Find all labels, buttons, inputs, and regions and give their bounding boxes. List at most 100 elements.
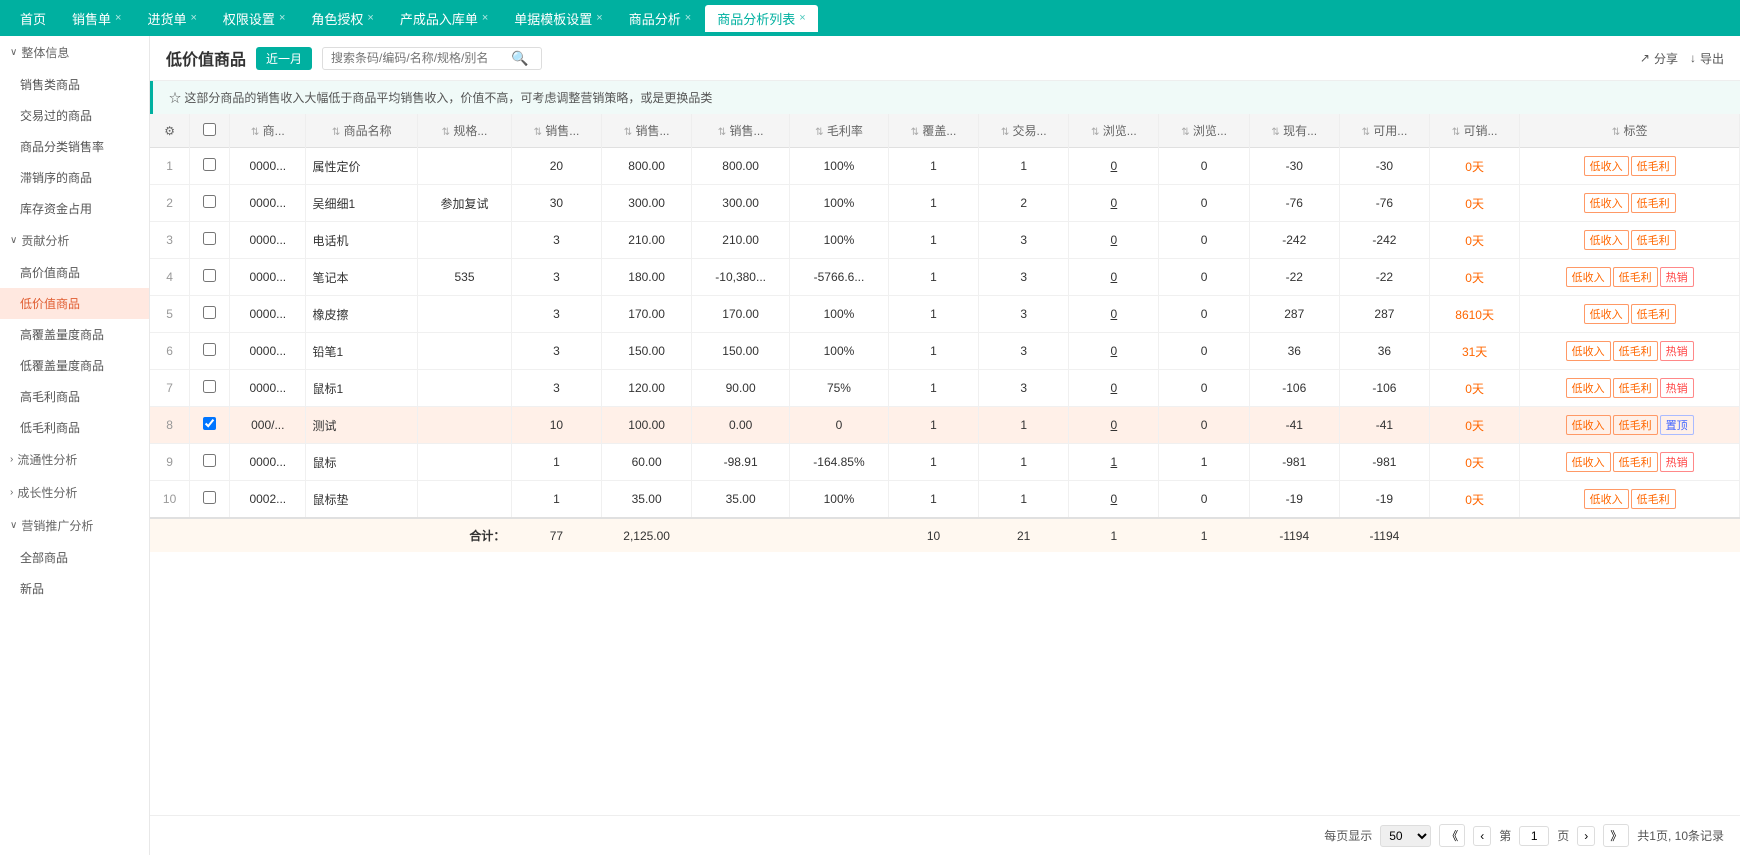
sort-icon[interactable]: ⇅: [911, 127, 919, 138]
sort-icon[interactable]: ⇅: [1362, 127, 1370, 138]
close-icon[interactable]: ×: [190, 12, 196, 24]
cell-checkbox[interactable]: [190, 333, 230, 370]
close-icon[interactable]: ×: [279, 12, 285, 24]
cell-checkbox[interactable]: [190, 148, 230, 185]
browse-link[interactable]: 0: [1111, 492, 1118, 506]
share-button[interactable]: ↗ 分享: [1640, 50, 1678, 67]
row-checkbox[interactable]: [203, 417, 216, 430]
row-checkbox[interactable]: [203, 232, 216, 245]
page-input[interactable]: [1519, 826, 1549, 846]
browse-link[interactable]: 0: [1111, 307, 1118, 321]
close-icon[interactable]: ×: [115, 12, 121, 24]
nav-item-商品分析[interactable]: 商品分析×: [617, 5, 703, 32]
browse-link[interactable]: 1: [1111, 455, 1118, 469]
sidebar-item-商品分类销售率[interactable]: 商品分类销售率: [0, 131, 149, 162]
search-input[interactable]: [331, 51, 511, 65]
browse-link[interactable]: 0: [1111, 159, 1118, 173]
nav-item-销售单[interactable]: 销售单×: [60, 5, 133, 32]
col-header-code[interactable]: ⇅ 商...: [230, 114, 306, 148]
row-checkbox[interactable]: [203, 380, 216, 393]
last-page-button[interactable]: 》: [1603, 824, 1629, 847]
col-header-spec[interactable]: ⇅ 规格...: [418, 114, 512, 148]
nav-item-商品分析列表[interactable]: 商品分析列表×: [705, 5, 817, 32]
sidebar-item-交易过的商品[interactable]: 交易过的商品: [0, 100, 149, 131]
sort-icon[interactable]: ⇅: [1091, 127, 1099, 138]
nav-item-首页[interactable]: 首页: [8, 5, 58, 32]
row-checkbox[interactable]: [203, 195, 216, 208]
cell-checkbox[interactable]: [190, 259, 230, 296]
sort-icon[interactable]: ⇅: [332, 127, 340, 138]
nav-item-进货单[interactable]: 进货单×: [135, 5, 208, 32]
nav-item-权限设置[interactable]: 权限设置×: [211, 5, 297, 32]
col-header-tags[interactable]: ⇅ 标签: [1520, 114, 1740, 148]
sidebar-item-库存资金占用[interactable]: 库存资金占用: [0, 193, 149, 224]
nav-item-角色授权[interactable]: 角色授权×: [299, 5, 385, 32]
export-button[interactable]: ↓ 导出: [1690, 50, 1724, 67]
browse-link[interactable]: 0: [1111, 418, 1118, 432]
sidebar-item-低价值商品[interactable]: 低价值商品: [0, 288, 149, 319]
next-page-button[interactable]: ›: [1577, 826, 1595, 846]
sidebar-section-整体信息[interactable]: ∨ 整体信息: [0, 36, 149, 69]
sidebar-section-营销推广分析[interactable]: ∨ 营销推广分析: [0, 509, 149, 542]
cell-checkbox[interactable]: [190, 296, 230, 333]
close-icon[interactable]: ×: [596, 12, 602, 24]
cell-checkbox[interactable]: [190, 370, 230, 407]
nav-item-单据模板设置[interactable]: 单据模板设置×: [502, 5, 614, 32]
close-icon[interactable]: ×: [685, 12, 691, 24]
col-header-sellable[interactable]: ⇅ 可销...: [1430, 114, 1520, 148]
col-header-browse1[interactable]: ⇅ 浏览...: [1069, 114, 1159, 148]
sidebar-item-高价值商品[interactable]: 高价值商品: [0, 257, 149, 288]
browse-link[interactable]: 0: [1111, 381, 1118, 395]
sidebar-section-成长性分析[interactable]: › 成长性分析: [0, 476, 149, 509]
sidebar-item-低毛利商品[interactable]: 低毛利商品: [0, 412, 149, 443]
settings-icon[interactable]: ⚙: [164, 124, 175, 138]
browse-link[interactable]: 0: [1111, 344, 1118, 358]
per-page-select[interactable]: 5020100: [1380, 825, 1431, 847]
sort-icon[interactable]: ⇅: [1271, 127, 1279, 138]
sort-icon[interactable]: ⇅: [1612, 127, 1620, 138]
cell-checkbox[interactable]: [190, 185, 230, 222]
select-all-checkbox[interactable]: [203, 123, 216, 136]
col-header-current_stock[interactable]: ⇅ 现有...: [1249, 114, 1339, 148]
sort-icon[interactable]: ⇅: [718, 127, 726, 138]
sort-icon[interactable]: ⇅: [1452, 127, 1460, 138]
row-checkbox[interactable]: [203, 454, 216, 467]
row-checkbox[interactable]: [203, 491, 216, 504]
sidebar-section-流通性分析[interactable]: › 流通性分析: [0, 443, 149, 476]
col-header-checkbox[interactable]: [190, 114, 230, 148]
cell-checkbox[interactable]: [190, 222, 230, 259]
row-checkbox[interactable]: [203, 158, 216, 171]
col-header-settings[interactable]: ⚙: [150, 114, 190, 148]
col-header-sale_price[interactable]: ⇅ 销售...: [602, 114, 692, 148]
first-page-button[interactable]: 《: [1439, 824, 1465, 847]
row-checkbox[interactable]: [203, 269, 216, 282]
row-checkbox[interactable]: [203, 343, 216, 356]
row-checkbox[interactable]: [203, 306, 216, 319]
close-icon[interactable]: ×: [799, 12, 805, 24]
browse-link[interactable]: 0: [1111, 233, 1118, 247]
sort-icon[interactable]: ⇅: [1181, 127, 1189, 138]
sort-icon[interactable]: ⇅: [442, 127, 450, 138]
col-header-available[interactable]: ⇅ 可用...: [1339, 114, 1429, 148]
sort-icon[interactable]: ⇅: [251, 127, 259, 138]
sort-icon[interactable]: ⇅: [534, 127, 542, 138]
nav-item-产成品入库单[interactable]: 产成品入库单×: [388, 5, 500, 32]
sidebar-item-销售类商品[interactable]: 销售类商品: [0, 69, 149, 100]
cell-checkbox[interactable]: [190, 407, 230, 444]
sidebar-item-滞销序的商品[interactable]: 滞销序的商品: [0, 162, 149, 193]
sidebar-item-高覆盖量度商品[interactable]: 高覆盖量度商品: [0, 319, 149, 350]
sidebar-item-高毛利商品[interactable]: 高毛利商品: [0, 381, 149, 412]
col-header-name[interactable]: ⇅ 商品名称: [306, 114, 418, 148]
close-icon[interactable]: ×: [482, 12, 488, 24]
cell-checkbox[interactable]: [190, 481, 230, 519]
period-button[interactable]: 近一月: [256, 47, 312, 70]
col-header-browse2[interactable]: ⇅ 浏览...: [1159, 114, 1249, 148]
sidebar-section-贡献分析[interactable]: ∨ 贡献分析: [0, 224, 149, 257]
sort-icon[interactable]: ⇅: [815, 127, 823, 138]
prev-page-button[interactable]: ‹: [1473, 826, 1491, 846]
browse-link[interactable]: 0: [1111, 270, 1118, 284]
close-icon[interactable]: ×: [367, 12, 373, 24]
sidebar-item-新品[interactable]: 新品: [0, 573, 149, 604]
search-icon[interactable]: 🔍: [511, 50, 528, 67]
sort-icon[interactable]: ⇅: [624, 127, 632, 138]
